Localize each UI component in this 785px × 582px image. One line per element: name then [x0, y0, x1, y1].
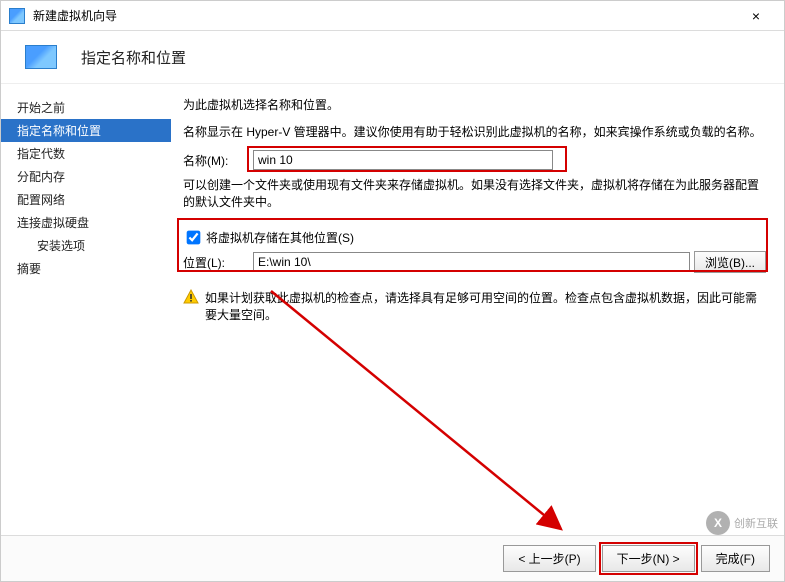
watermark-icon: X: [706, 511, 730, 535]
sidebar-item-2[interactable]: 指定代数: [1, 142, 171, 165]
browse-button[interactable]: 浏览(B)...: [694, 251, 766, 273]
sidebar-item-4[interactable]: 配置网络: [1, 188, 171, 211]
location-input[interactable]: [253, 252, 690, 272]
name-description: 名称显示在 Hyper-V 管理器中。建议你使用有助于轻松识别此虚拟机的名称，如…: [183, 123, 766, 140]
warning-text: 如果计划获取此虚拟机的检查点，请选择具有足够可用空间的位置。检查点包含虚拟机数据…: [205, 289, 766, 323]
header-title: 指定名称和位置: [81, 47, 186, 68]
window-icon: [9, 8, 25, 24]
name-row: 名称(M):: [183, 150, 766, 170]
store-description: 可以创建一个文件夹或使用现有文件夹来存储虚拟机。如果没有选择文件夹，虚拟机将存储…: [183, 176, 766, 210]
header-icon: [25, 45, 57, 69]
wizard-header: 指定名称和位置: [1, 31, 784, 84]
watermark-text: 创新互联: [734, 515, 778, 531]
footer: < 上一步(P) 下一步(N) > 完成(F): [1, 535, 784, 581]
name-input[interactable]: [253, 150, 553, 170]
sidebar-item-3[interactable]: 分配内存: [1, 165, 171, 188]
wizard-body: 开始之前指定名称和位置指定代数分配内存配置网络连接虚拟硬盘安装选项摘要 为此虚拟…: [1, 84, 784, 534]
warning-row: 如果计划获取此虚拟机的检查点，请选择具有足够可用空间的位置。检查点包含虚拟机数据…: [183, 289, 766, 323]
store-checkbox[interactable]: [187, 231, 201, 245]
store-checkbox-row: 将虚拟机存储在其他位置(S): [183, 228, 766, 247]
intro-text: 为此虚拟机选择名称和位置。: [183, 96, 766, 113]
next-button[interactable]: 下一步(N) >: [602, 545, 695, 572]
window-title: 新建虚拟机向导: [33, 7, 736, 24]
sidebar-item-6[interactable]: 安装选项: [1, 234, 171, 257]
prev-button[interactable]: < 上一步(P): [503, 545, 595, 572]
finish-button[interactable]: 完成(F): [701, 545, 770, 572]
store-section: 将虚拟机存储在其他位置(S) 位置(L): 浏览(B)...: [183, 220, 766, 281]
name-label: 名称(M):: [183, 152, 253, 169]
titlebar: 新建虚拟机向导 ×: [1, 1, 784, 31]
warning-icon: [183, 289, 199, 305]
sidebar: 开始之前指定名称和位置指定代数分配内存配置网络连接虚拟硬盘安装选项摘要: [1, 84, 171, 534]
sidebar-item-1[interactable]: 指定名称和位置: [1, 119, 171, 142]
sidebar-item-5[interactable]: 连接虚拟硬盘: [1, 211, 171, 234]
watermark: X 创新互联: [706, 511, 778, 535]
location-label: 位置(L):: [183, 254, 253, 271]
close-button[interactable]: ×: [736, 8, 776, 24]
location-row: 位置(L): 浏览(B)...: [183, 251, 766, 273]
sidebar-item-0[interactable]: 开始之前: [1, 96, 171, 119]
sidebar-item-7[interactable]: 摘要: [1, 257, 171, 280]
content-pane: 为此虚拟机选择名称和位置。 名称显示在 Hyper-V 管理器中。建议你使用有助…: [171, 84, 784, 534]
store-checkbox-label: 将虚拟机存储在其他位置(S): [206, 229, 354, 246]
